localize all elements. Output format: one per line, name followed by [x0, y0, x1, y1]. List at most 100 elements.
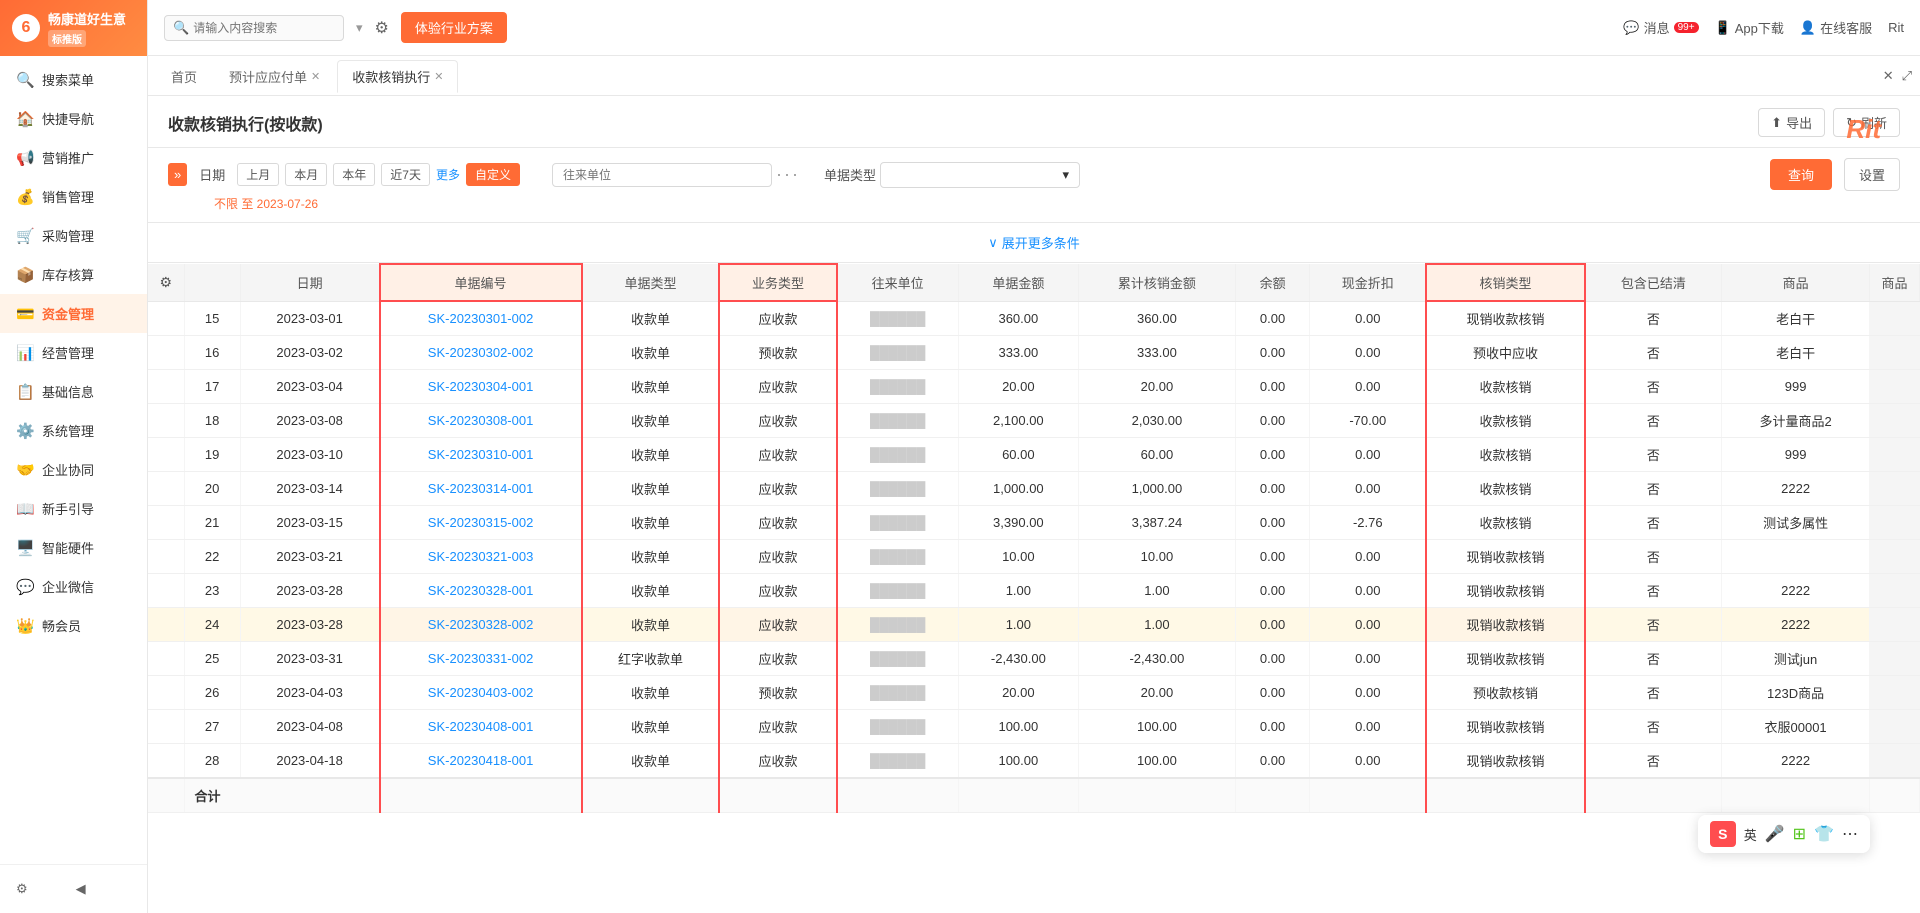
td-doc-no[interactable]: SK-20230331-002 [380, 642, 582, 676]
query-button[interactable]: 查询 [1770, 159, 1832, 190]
tab-receipt-close[interactable]: ✕ [434, 70, 443, 83]
topbar-search-input[interactable] [193, 21, 335, 35]
tab-payable-close[interactable]: ✕ [311, 70, 320, 83]
service-button[interactable]: 👤 在线客服 [1800, 18, 1872, 37]
td-doc-no[interactable]: SK-20230308-001 [380, 404, 582, 438]
sidebar-item-inventory[interactable]: 📦 库存核算 [0, 255, 147, 294]
unit-input[interactable] [552, 163, 772, 187]
doc-no-link[interactable]: SK-20230315-002 [428, 515, 534, 530]
th-total-write[interactable]: 累计核销金额 [1079, 264, 1236, 301]
doc-no-link[interactable]: SK-20230310-001 [428, 447, 534, 462]
th-doc-type[interactable]: 单据类型 [582, 264, 720, 301]
td-index: 16 [184, 336, 240, 370]
date-more[interactable]: 更多 [436, 166, 460, 183]
date-btn-last-month[interactable]: 上月 [237, 163, 279, 186]
sidebar-item-system[interactable]: ⚙️ 系统管理 [0, 411, 147, 450]
dots-icon[interactable]: ⋯ [1842, 824, 1858, 844]
doc-no-link[interactable]: SK-20230304-001 [428, 379, 534, 394]
shirt-icon[interactable]: 👕 [1814, 824, 1834, 844]
td-doc-no[interactable]: SK-20230310-001 [380, 438, 582, 472]
th-cash-discount[interactable]: 现金折扣 [1310, 264, 1426, 301]
doc-no-link[interactable]: SK-20230302-002 [428, 345, 534, 360]
sidebar-item-marketing[interactable]: 📢 营销推广 [0, 138, 147, 177]
sidebar-item-sales[interactable]: 💰 销售管理 [0, 177, 147, 216]
sidebar-item-purchase[interactable]: 🛒 采购管理 [0, 216, 147, 255]
date-btn-7days[interactable]: 近7天 [381, 163, 430, 186]
gear-icon[interactable]: ⚙ [159, 274, 172, 290]
table-wrap[interactable]: ⚙ 日期 单据编号 单据类型 业务类型 往来单位 单据金额 累计核销金额 余额 … [148, 263, 1920, 913]
doc-no-link[interactable]: SK-20230403-002 [428, 685, 534, 700]
sidebar-item-enterprise[interactable]: 🤝 企业协同 [0, 450, 147, 489]
expand-arrow-icon[interactable]: » [168, 163, 187, 186]
filter-expand-btn-left[interactable]: » [168, 163, 187, 186]
sidebar-item-guide[interactable]: 📖 新手引导 [0, 489, 147, 528]
tab-maximize-icon[interactable]: ⤢ [1902, 68, 1912, 84]
solution-button[interactable]: 体验行业方案 [401, 12, 507, 43]
th-write-type[interactable]: 核销类型 [1426, 264, 1584, 301]
type-select[interactable]: ▾ [880, 162, 1080, 188]
doc-no-link[interactable]: SK-20230408-001 [428, 719, 534, 734]
tab-receipt[interactable]: 收款核销执行 ✕ [337, 60, 458, 93]
doc-no-link[interactable]: SK-20230301-002 [428, 311, 534, 326]
export-button[interactable]: ⬆ 导出 [1758, 108, 1825, 137]
mic-icon[interactable]: 🎤 [1765, 824, 1785, 844]
td-doc-no[interactable]: SK-20230328-002 [380, 608, 582, 642]
td-doc-no[interactable]: SK-20230321-003 [380, 540, 582, 574]
tab-payable[interactable]: 预计应应付单 ✕ [214, 60, 335, 92]
doc-no-link[interactable]: SK-20230331-002 [428, 651, 534, 666]
td-doc-no[interactable]: SK-20230304-001 [380, 370, 582, 404]
date-btn-this-month[interactable]: 本月 [285, 163, 327, 186]
th-date[interactable]: 日期 [240, 264, 379, 301]
td-product2 [1870, 438, 1920, 472]
th-amount[interactable]: 单据金额 [958, 264, 1078, 301]
th-product2[interactable]: 商品 [1870, 264, 1920, 301]
sidebar-item-search[interactable]: 🔍 搜索菜单 [0, 60, 147, 99]
td-doc-no[interactable]: SK-20230418-001 [380, 744, 582, 779]
expand-more-btn[interactable]: ∨ 展开更多条件 [168, 227, 1900, 258]
td-doc-type: 红字收款单 [582, 642, 720, 676]
doc-no-link[interactable]: SK-20230321-003 [428, 549, 534, 564]
td-partner: ██████ [837, 301, 959, 336]
doc-no-link[interactable]: SK-20230328-002 [428, 617, 534, 632]
td-doc-no[interactable]: SK-20230302-002 [380, 336, 582, 370]
doc-no-link[interactable]: SK-20230308-001 [428, 413, 534, 428]
sidebar-item-hardware[interactable]: 🖥️ 智能硬件 [0, 528, 147, 567]
date-btn-this-year[interactable]: 本年 [333, 163, 375, 186]
sidebar-item-finance[interactable]: 💳 资金管理 [0, 294, 147, 333]
sidebar-item-wechat[interactable]: 💬 企业微信 [0, 567, 147, 606]
message-button[interactable]: 💬 消息 99+ [1623, 18, 1698, 37]
td-doc-no[interactable]: SK-20230314-001 [380, 472, 582, 506]
th-doc-no[interactable]: 单据编号 [380, 264, 582, 301]
doc-no-link[interactable]: SK-20230328-001 [428, 583, 534, 598]
sidebar-item-member[interactable]: 👑 畅会员 [0, 606, 147, 645]
sidebar-item-operations[interactable]: 📊 经营管理 [0, 333, 147, 372]
table-total-row: 合计 [148, 778, 1920, 813]
tab-home[interactable]: 首页 [156, 60, 212, 92]
td-include-settled: 否 [1585, 370, 1722, 404]
doc-no-link[interactable]: SK-20230418-001 [428, 753, 534, 768]
tab-close-window-icon[interactable]: ✕ [1883, 68, 1894, 84]
th-settings[interactable]: ⚙ [148, 264, 184, 301]
date-btn-custom[interactable]: 自定义 [466, 163, 520, 186]
settings-button[interactable]: 设置 [1844, 158, 1900, 191]
sidebar-item-basics[interactable]: 📋 基础信息 [0, 372, 147, 411]
td-doc-no[interactable]: SK-20230328-001 [380, 574, 582, 608]
table-row: 17 2023-03-04 SK-20230304-001 收款单 应收款 ██… [148, 370, 1920, 404]
sidebar-settings[interactable]: ⚙ ◀ [0, 873, 147, 905]
td-doc-no[interactable]: SK-20230315-002 [380, 506, 582, 540]
td-doc-no[interactable]: SK-20230301-002 [380, 301, 582, 336]
sidebar-item-shortcut[interactable]: 🏠 快捷导航 [0, 99, 147, 138]
th-biz-type[interactable]: 业务类型 [719, 264, 836, 301]
topbar-gear-icon[interactable]: ⚙ [375, 18, 389, 38]
td-doc-no[interactable]: SK-20230408-001 [380, 710, 582, 744]
th-balance[interactable]: 余额 [1235, 264, 1309, 301]
doc-no-link[interactable]: SK-20230314-001 [428, 481, 534, 496]
th-partner[interactable]: 往来单位 [837, 264, 959, 301]
th-product[interactable]: 商品 [1722, 264, 1870, 301]
td-doc-no[interactable]: SK-20230403-002 [380, 676, 582, 710]
grid-icon[interactable]: ⊞ [1793, 824, 1806, 844]
td-index: 23 [184, 574, 240, 608]
th-include-settled[interactable]: 包含已结清 [1585, 264, 1722, 301]
user-name[interactable]: Rit [1888, 20, 1904, 35]
app-download-button[interactable]: 📱 App下载 [1715, 18, 1784, 37]
